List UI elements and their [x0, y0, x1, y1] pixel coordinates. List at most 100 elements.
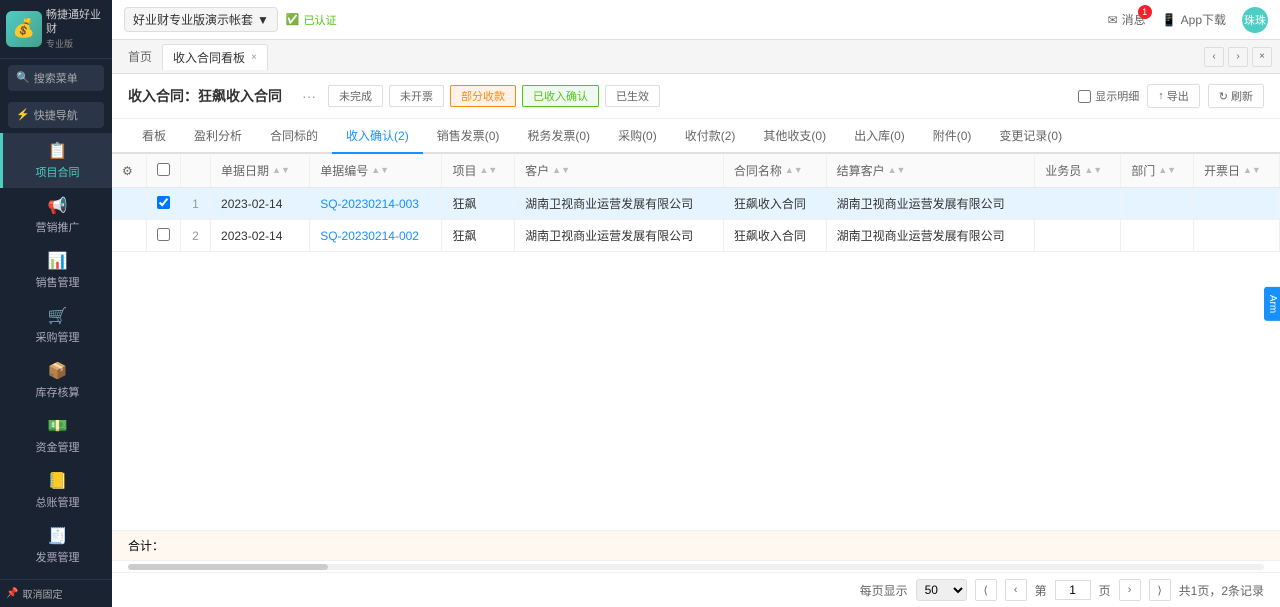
topbar-right: ✉ 消息 1 📱 App下载 珠珠 [1108, 7, 1268, 33]
per-page-select[interactable]: 2050100 [916, 579, 967, 601]
status-tag-1[interactable]: 未开票 [389, 85, 444, 107]
last-page-button[interactable]: ⟩ [1149, 579, 1171, 601]
th-contract[interactable]: 合同名称▲▼ [723, 154, 826, 188]
th-dept[interactable]: 部门▲▼ [1121, 154, 1194, 188]
settle-sort-icon: ▲▼ [888, 167, 906, 174]
content-title: 收入合同：狂飙收入合同 [128, 86, 282, 106]
table-row[interactable]: 1 2023-02-14 SQ-20230214-003 狂飙 湖南卫视商业运营… [112, 188, 1280, 220]
row-invoice-date [1193, 220, 1279, 252]
row-checkbox-cell[interactable] [147, 188, 181, 220]
tab-home[interactable]: 首页 [120, 44, 160, 69]
th-salesman[interactable]: 业务员▲▼ [1035, 154, 1121, 188]
row-checkbox[interactable] [157, 228, 170, 241]
company-selector[interactable]: 好业财专业版演示帐套 ▼ [124, 7, 278, 32]
row-settings-cell [112, 220, 147, 252]
sidebar-item-invoice[interactable]: 🧾发票管理 [0, 518, 112, 573]
th-code[interactable]: 单据编号▲▼ [310, 154, 442, 188]
show-detail-input[interactable] [1078, 90, 1091, 103]
sidebar-item-inventory[interactable]: 📦库存核算 [0, 353, 112, 408]
subtab-6[interactable]: 采购(0) [604, 119, 671, 154]
row-code-link[interactable]: SQ-20230214-003 [320, 197, 419, 211]
sidebar-footer[interactable]: 📌 取消固定 [0, 579, 112, 607]
status-tag-4[interactable]: 已生效 [605, 85, 660, 107]
show-detail-checkbox[interactable]: 显示明细 [1078, 88, 1139, 104]
sidebar-nav: 📋项目合同📢营销推广📊销售管理🛒采购管理📦库存核算💵资金管理📒总账管理🧾发票管理… [0, 133, 112, 579]
prev-page-button[interactable]: ‹ [1005, 579, 1027, 601]
tab-close-all-button[interactable]: × [1252, 47, 1272, 67]
status-tag-0[interactable]: 未完成 [328, 85, 383, 107]
tab-next-button[interactable]: › [1228, 47, 1248, 67]
sidebar-item-marketing[interactable]: 📢营销推广 [0, 188, 112, 243]
row-num: 2 [181, 220, 211, 252]
project-sort-icon: ▲▼ [479, 167, 497, 174]
th-settle-customer[interactable]: 结算客户▲▼ [826, 154, 1035, 188]
table-row[interactable]: 2 2023-02-14 SQ-20230214-002 狂飙 湖南卫视商业运营… [112, 220, 1280, 252]
code-sort-icon: ▲▼ [371, 167, 389, 174]
subtab-11[interactable]: 变更记录(0) [985, 119, 1076, 154]
export-button[interactable]: ↑ 导出 [1147, 84, 1200, 108]
first-page-button[interactable]: ⟨ [975, 579, 997, 601]
page-input[interactable] [1055, 580, 1091, 600]
tab-prev-button[interactable]: ‹ [1204, 47, 1224, 67]
subtab-1[interactable]: 盈利分析 [180, 119, 256, 154]
row-code[interactable]: SQ-20230214-003 [310, 188, 442, 220]
capital-icon: 💵 [48, 416, 68, 436]
th-project[interactable]: 项目▲▼ [442, 154, 515, 188]
float-arm-button[interactable]: Arm [1264, 286, 1280, 320]
row-code[interactable]: SQ-20230214-002 [310, 220, 442, 252]
tab-close-button[interactable]: × [251, 52, 257, 63]
next-page-button[interactable]: › [1119, 579, 1141, 601]
sidebar-item-label: 库存核算 [36, 384, 80, 400]
status-tag-2[interactable]: 部分收款 [450, 85, 516, 107]
subtab-5[interactable]: 税务发票(0) [513, 119, 604, 154]
pagination: 每页显示 2050100 ⟨ ‹ 第 页 › ⟩ 共1页，2条记录 [112, 572, 1280, 607]
quick-nav-button[interactable]: ⚡ 快捷导航 [8, 102, 104, 128]
th-settings[interactable]: ⚙ [112, 154, 147, 188]
income-table: ⚙ 单据日期▲▼ 单据编号▲▼ 项目▲▼ 客户▲▼ 合同名称▲▼ 结算客户▲▼ … [112, 154, 1280, 252]
subtab-8[interactable]: 其他收支(0) [749, 119, 840, 154]
sidebar-item-general[interactable]: 📒总账管理 [0, 463, 112, 518]
subtab-0[interactable]: 看板 [128, 119, 180, 154]
row-salesman [1035, 188, 1121, 220]
user-avatar[interactable]: 珠珠 [1242, 7, 1268, 33]
row-checkbox-cell[interactable] [147, 220, 181, 252]
scrollbar-area[interactable] [112, 560, 1280, 572]
subtab-10[interactable]: 附件(0) [919, 119, 986, 154]
scrollbar-thumb[interactable] [128, 564, 328, 570]
th-invoice-date[interactable]: 开票日▲▼ [1193, 154, 1279, 188]
subtab-3[interactable]: 收入确认(2) [332, 119, 423, 154]
customer-sort-icon: ▲▼ [552, 167, 570, 174]
row-customer: 湖南卫视商业运营发展有限公司 [515, 220, 724, 252]
table-container[interactable]: ⚙ 单据日期▲▼ 单据编号▲▼ 项目▲▼ 客户▲▼ 合同名称▲▼ 结算客户▲▼ … [112, 154, 1280, 530]
app-download-button[interactable]: 📱 App下载 [1162, 11, 1226, 28]
invoice-icon: 🧾 [48, 526, 68, 546]
tab-income-contract[interactable]: 收入合同看板 × [162, 44, 268, 70]
sales-icon: 📊 [48, 251, 68, 271]
sidebar-item-sales[interactable]: 📊销售管理 [0, 243, 112, 298]
tabbar: 首页 收入合同看板 × ‹ › × [112, 40, 1280, 74]
row-num: 1 [181, 188, 211, 220]
sidebar-item-project[interactable]: 📋项目合同 [0, 133, 112, 188]
sidebar-item-purchase[interactable]: 🛒采购管理 [0, 298, 112, 353]
select-all-checkbox[interactable] [157, 163, 170, 176]
sidebar-item-label: 总账管理 [36, 494, 80, 510]
salesman-sort-icon: ▲▼ [1084, 167, 1102, 174]
row-date: 2023-02-14 [211, 188, 310, 220]
more-button[interactable]: ··· [302, 88, 316, 104]
subtab-4[interactable]: 销售发票(0) [423, 119, 514, 154]
row-checkbox[interactable] [157, 196, 170, 209]
subtab-7[interactable]: 收付款(2) [671, 119, 750, 154]
messages-button[interactable]: ✉ 消息 1 [1108, 11, 1146, 28]
th-customer[interactable]: 客户▲▼ [515, 154, 724, 188]
row-code-link[interactable]: SQ-20230214-002 [320, 229, 419, 243]
search-menu-button[interactable]: 🔍 搜索菜单 [8, 65, 104, 91]
purchase-icon: 🛒 [48, 306, 68, 326]
sidebar-item-capital[interactable]: 💵资金管理 [0, 408, 112, 463]
status-tag-3[interactable]: 已收入确认 [522, 85, 599, 107]
subtab-2[interactable]: 合同标的 [256, 119, 332, 154]
content-header: 收入合同：狂飙收入合同 ··· 未完成未开票部分收款已收入确认已生效 显示明细 … [112, 74, 1280, 119]
subtab-9[interactable]: 出入库(0) [840, 119, 919, 154]
th-date[interactable]: 单据日期▲▼ [211, 154, 310, 188]
refresh-button[interactable]: ↻ 刷新 [1208, 84, 1264, 108]
sidebar-item-label: 项目合同 [36, 164, 80, 180]
